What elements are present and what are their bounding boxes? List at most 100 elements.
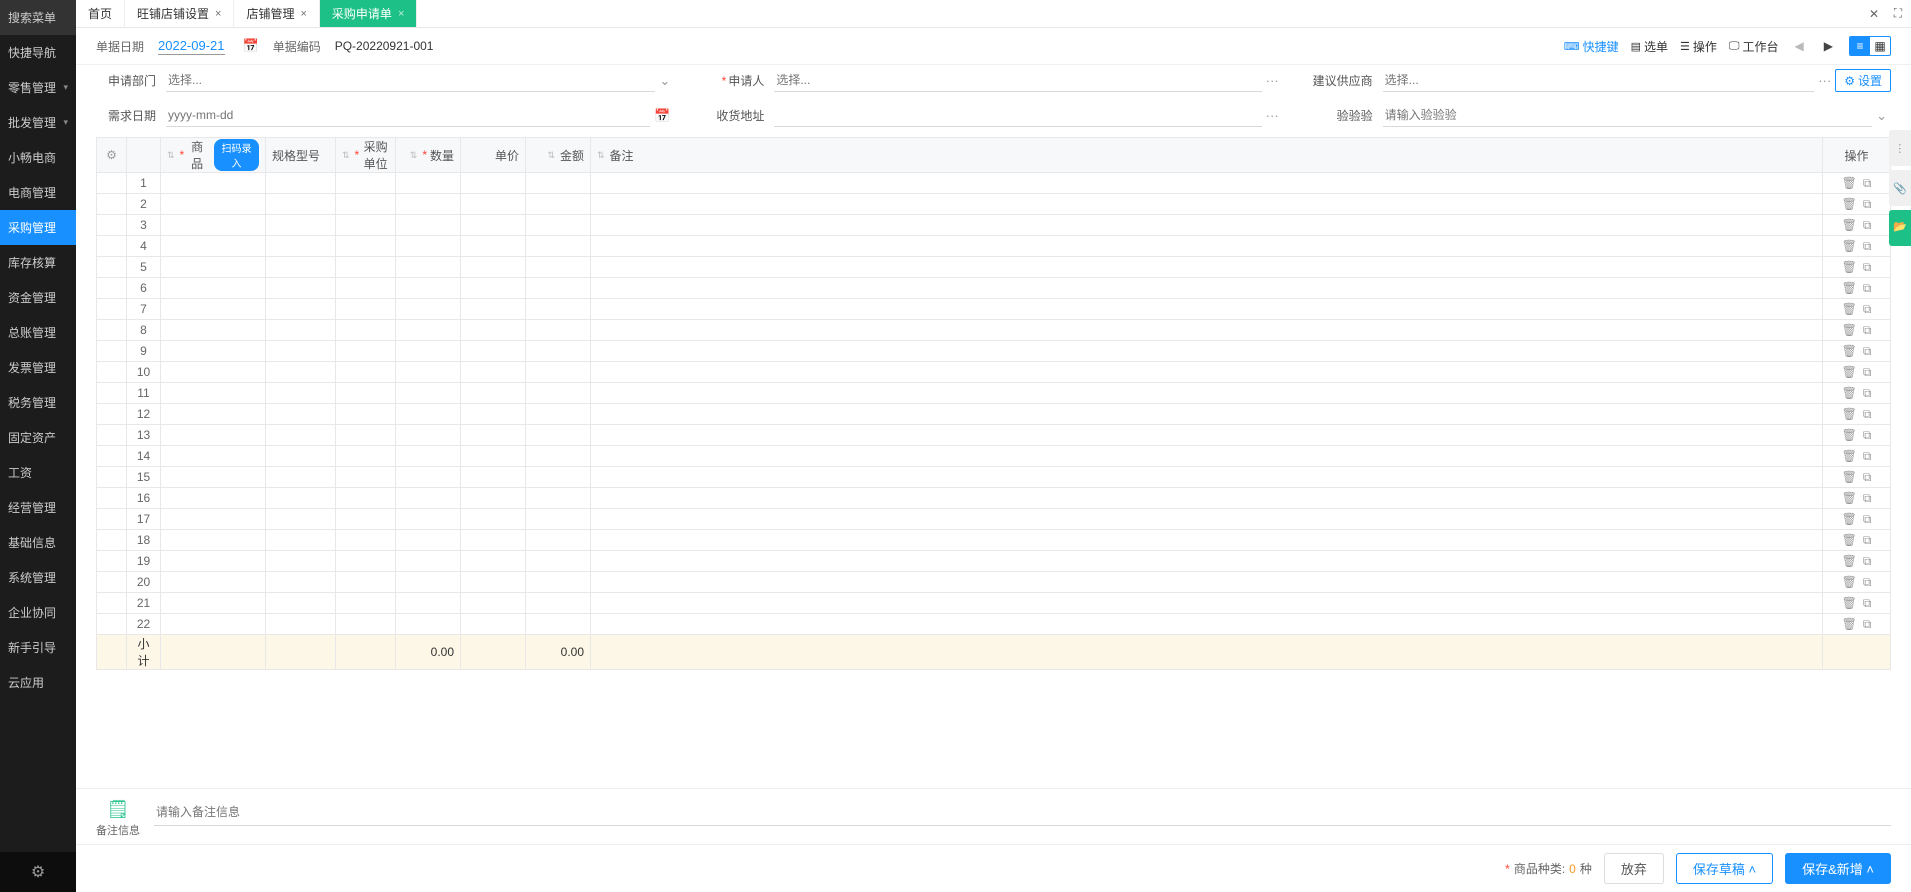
chevron-down-icon[interactable]: ⌄ xyxy=(655,73,674,89)
save-draft-button[interactable]: 保存草稿 ˄ xyxy=(1676,853,1773,884)
delete-icon[interactable]: 🗑 xyxy=(1842,239,1857,253)
select-order-link[interactable]: ▤选单 xyxy=(1631,38,1668,55)
copy-icon[interactable]: ⧉ xyxy=(1863,554,1872,568)
sidebar-item-18[interactable]: 新手引导 xyxy=(0,630,76,665)
copy-icon[interactable]: ⧉ xyxy=(1863,407,1872,421)
copy-icon[interactable]: ⧉ xyxy=(1863,491,1872,505)
addr-input[interactable] xyxy=(774,104,1261,127)
copy-icon[interactable]: ⧉ xyxy=(1863,197,1872,211)
table-row[interactable]: 3🗑⧉ xyxy=(97,215,1891,236)
table-row[interactable]: 10🗑⧉ xyxy=(97,362,1891,383)
delete-icon[interactable]: 🗑 xyxy=(1842,302,1857,316)
sidebar-item-19[interactable]: 云应用 xyxy=(0,665,76,700)
sort-icon[interactable]: ⇅ xyxy=(410,150,418,161)
copy-icon[interactable]: ⧉ xyxy=(1863,470,1872,484)
copy-icon[interactable]: ⧉ xyxy=(1863,617,1872,631)
rail-button[interactable]: 📂 xyxy=(1889,210,1911,246)
workbench-link[interactable]: 🖵工作台 xyxy=(1729,38,1779,55)
shortcut-link[interactable]: ⌨快捷键 xyxy=(1564,38,1619,55)
abandon-button[interactable]: 放弃 xyxy=(1604,853,1664,884)
sidebar-item-15[interactable]: 基础信息 xyxy=(0,525,76,560)
table-row[interactable]: 12🗑⧉ xyxy=(97,404,1891,425)
rail-button[interactable]: ⋯ xyxy=(1889,130,1911,166)
copy-icon[interactable]: ⧉ xyxy=(1863,344,1872,358)
sidebar-item-6[interactable]: 采购管理 xyxy=(0,210,76,245)
sidebar-item-11[interactable]: 税务管理 xyxy=(0,385,76,420)
table-row[interactable]: 19🗑⧉ xyxy=(97,551,1891,572)
delete-icon[interactable]: 🗑 xyxy=(1842,554,1857,568)
col-unit[interactable]: ⇅*采购单位 xyxy=(336,138,396,173)
table-row[interactable]: 13🗑⧉ xyxy=(97,425,1891,446)
supplier-input[interactable] xyxy=(1383,69,1815,92)
copy-icon[interactable]: ⧉ xyxy=(1863,239,1872,253)
table-row[interactable]: 6🗑⧉ xyxy=(97,278,1891,299)
delete-icon[interactable]: 🗑 xyxy=(1842,491,1857,505)
copy-icon[interactable]: ⧉ xyxy=(1863,596,1872,610)
table-row[interactable]: 21🗑⧉ xyxy=(97,593,1891,614)
close-icon[interactable]: × xyxy=(300,8,306,20)
date-value[interactable]: 2022-09-21 xyxy=(158,38,225,55)
close-icon[interactable]: × xyxy=(398,8,404,20)
copy-icon[interactable]: ⧉ xyxy=(1863,176,1872,190)
delete-icon[interactable]: 🗑 xyxy=(1842,218,1857,232)
more-icon[interactable]: ··· xyxy=(1262,108,1283,123)
copy-icon[interactable]: ⧉ xyxy=(1863,365,1872,379)
delete-icon[interactable]: 🗑 xyxy=(1842,533,1857,547)
tab-2[interactable]: 店铺管理× xyxy=(234,0,319,27)
delete-icon[interactable]: 🗑 xyxy=(1842,470,1857,484)
maximize-icon[interactable]: ⛶ xyxy=(1889,6,1907,21)
col-qty[interactable]: ⇅*数量 xyxy=(396,138,461,173)
table-row[interactable]: 14🗑⧉ xyxy=(97,446,1891,467)
sidebar-item-4[interactable]: 小畅电商 xyxy=(0,140,76,175)
table-row[interactable]: 15🗑⧉ xyxy=(97,467,1891,488)
sidebar-item-5[interactable]: 电商管理 xyxy=(0,175,76,210)
more-icon[interactable]: ··· xyxy=(1262,73,1283,88)
copy-icon[interactable]: ⧉ xyxy=(1863,449,1872,463)
delete-icon[interactable]: 🗑 xyxy=(1842,428,1857,442)
delete-icon[interactable]: 🗑 xyxy=(1842,407,1857,421)
nav-next[interactable]: ▶ xyxy=(1820,39,1837,53)
col-product[interactable]: ⇅*商品扫码录入 xyxy=(161,138,266,173)
delete-icon[interactable]: 🗑 xyxy=(1842,176,1857,190)
settings-button[interactable]: ⚙设置 xyxy=(1835,69,1891,92)
copy-icon[interactable]: ⧉ xyxy=(1863,323,1872,337)
sidebar-item-3[interactable]: 批发管理▾ xyxy=(0,105,76,140)
operate-link[interactable]: ☰操作 xyxy=(1680,38,1717,55)
remark-input[interactable] xyxy=(154,799,1891,826)
sidebar-item-2[interactable]: 零售管理▾ xyxy=(0,70,76,105)
delete-icon[interactable]: 🗑 xyxy=(1842,575,1857,589)
table-row[interactable]: 18🗑⧉ xyxy=(97,530,1891,551)
tab-0[interactable]: 首页 xyxy=(76,0,125,27)
tab-1[interactable]: 旺铺店铺设置× xyxy=(125,0,234,27)
table-row[interactable]: 7🗑⧉ xyxy=(97,299,1891,320)
table-row[interactable]: 22🗑⧉ xyxy=(97,614,1891,635)
delete-icon[interactable]: 🗑 xyxy=(1842,344,1857,358)
copy-icon[interactable]: ⧉ xyxy=(1863,302,1872,316)
delete-icon[interactable]: 🗑 xyxy=(1842,260,1857,274)
calendar-icon[interactable]: 📅 xyxy=(650,108,674,124)
col-note[interactable]: ⇅备注 xyxy=(591,138,1823,173)
sidebar-item-16[interactable]: 系统管理 xyxy=(0,560,76,595)
table-row[interactable]: 16🗑⧉ xyxy=(97,488,1891,509)
rail-button[interactable]: 📎 xyxy=(1889,170,1911,206)
close-icon[interactable]: ✕ xyxy=(1865,7,1883,21)
sidebar-item-13[interactable]: 工资 xyxy=(0,455,76,490)
table-row[interactable]: 1🗑⧉ xyxy=(97,173,1891,194)
table-row[interactable]: 9🗑⧉ xyxy=(97,341,1891,362)
dept-input[interactable] xyxy=(166,69,655,92)
copy-icon[interactable]: ⧉ xyxy=(1863,218,1872,232)
table-row[interactable]: 20🗑⧉ xyxy=(97,572,1891,593)
copy-icon[interactable]: ⧉ xyxy=(1863,386,1872,400)
sidebar-item-7[interactable]: 库存核算 xyxy=(0,245,76,280)
inspector-input[interactable] xyxy=(1383,104,1872,127)
view-list-icon[interactable]: ≡ xyxy=(1850,37,1870,55)
table-row[interactable]: 4🗑⧉ xyxy=(97,236,1891,257)
nav-prev[interactable]: ◀ xyxy=(1791,39,1808,53)
sidebar-item-12[interactable]: 固定资产 xyxy=(0,420,76,455)
delete-icon[interactable]: 🗑 xyxy=(1842,197,1857,211)
copy-icon[interactable]: ⧉ xyxy=(1863,260,1872,274)
col-amount[interactable]: ⇅金额 xyxy=(526,138,591,173)
delete-icon[interactable]: 🗑 xyxy=(1842,617,1857,631)
copy-icon[interactable]: ⧉ xyxy=(1863,575,1872,589)
table-row[interactable]: 11🗑⧉ xyxy=(97,383,1891,404)
